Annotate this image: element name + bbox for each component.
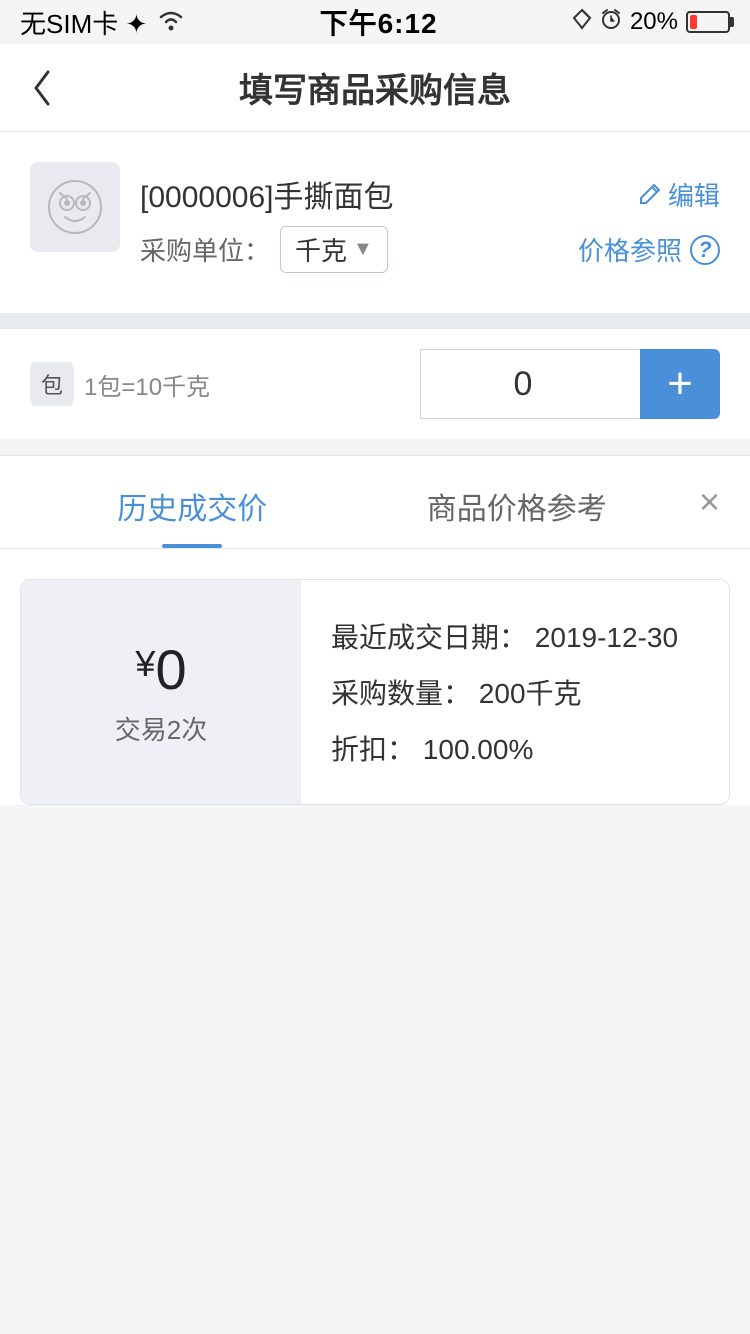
quantity-input[interactable] [420, 349, 640, 419]
location-icon [572, 8, 592, 37]
history-price-right: 最近成交日期： 2019-12-30 采购数量： 200千克 折扣： 100.0… [301, 580, 729, 804]
recent-date-label: 最近成交日期： [331, 622, 527, 653]
alarm-icon [600, 8, 622, 37]
status-bar: 无SIM卡 ✦ 下午6:12 20% [0, 0, 750, 44]
quantity-unit-info: 包 1包=10千克 [30, 362, 210, 406]
unit-select[interactable]: 千克 ▼ [280, 226, 388, 273]
status-right: 20% [572, 8, 730, 37]
tabs-section: 历史成交价 商品价格参考 × ¥0 交易2次 最近成交日期： 2019-12-3… [0, 455, 750, 805]
carrier-label: 无SIM卡 ✦ [20, 4, 147, 41]
quantity-plus-button[interactable]: + [640, 349, 720, 419]
history-transaction-count: 交易2次 [115, 710, 207, 747]
gray-divider [0, 313, 750, 329]
product-image [30, 162, 120, 252]
back-button[interactable] [30, 68, 54, 108]
unit-label-group: 采购单位： 千克 ▼ [140, 226, 388, 273]
wifi-icon [157, 7, 185, 38]
page-title: 填写商品采购信息 [239, 63, 511, 112]
main-content: 历史成交价 商品价格参考 × ¥0 交易2次 最近成交日期： 2019-12-3… [0, 455, 750, 1055]
unit-label-text: 采购单位： [140, 231, 270, 268]
product-info: [0000006]手撕面包 编辑 采购单位： 千克 ▼ [30, 162, 720, 273]
tab-history-price[interactable]: 历史成交价 [30, 456, 354, 548]
unit-badge: 包 [30, 362, 74, 406]
discount-label: 折扣： [331, 734, 415, 765]
discount-row: 折扣： 100.00% [331, 728, 699, 768]
price-symbol: ¥ [135, 643, 155, 684]
history-price-left: ¥0 交易2次 [21, 580, 301, 804]
recent-date-value: 2019-12-30 [535, 622, 678, 653]
time-label: 下午6:12 [320, 2, 438, 42]
unit-value: 千克 [295, 231, 347, 268]
quantity-row: 包 1包=10千克 + [0, 329, 750, 439]
purchase-qty-value: 200千克 [479, 678, 582, 709]
product-name: [0000006]手撕面包 [140, 172, 638, 216]
nav-bar: 填写商品采购信息 [0, 44, 750, 132]
tabs-header: 历史成交价 商品价格参考 × [0, 456, 750, 549]
status-left: 无SIM卡 ✦ [20, 4, 185, 41]
purchase-qty-label: 采购数量： [331, 678, 471, 709]
recent-date-row: 最近成交日期： 2019-12-30 [331, 616, 699, 656]
product-unit-row: 采购单位： 千克 ▼ 价格参照 ? [140, 226, 720, 273]
tab-close-button[interactable]: × [699, 461, 720, 543]
price-ref-info-icon: ? [690, 235, 720, 265]
price-ref-label: 价格参照 [578, 231, 682, 268]
price-ref-button[interactable]: 价格参照 ? [578, 231, 720, 268]
product-card: [0000006]手撕面包 编辑 采购单位： 千克 ▼ [0, 132, 750, 313]
tab-product-price[interactable]: 商品价格参考 [354, 456, 678, 548]
battery-icon [686, 11, 730, 33]
edit-label: 编辑 [668, 176, 720, 213]
history-price-card: ¥0 交易2次 最近成交日期： 2019-12-30 采购数量： 200千克 折… [20, 579, 730, 805]
unit-conversion: 1包=10千克 [84, 367, 210, 402]
discount-value: 100.00% [423, 734, 534, 765]
history-price-value: ¥0 [135, 637, 186, 702]
edit-button[interactable]: 编辑 [638, 176, 720, 213]
unit-arrow-icon: ▼ [353, 238, 373, 261]
battery-fill [690, 15, 697, 29]
purchase-qty-row: 采购数量： 200千克 [331, 672, 699, 712]
quantity-control: + [420, 349, 720, 419]
product-header: [0000006]手撕面包 编辑 采购单位： 千克 ▼ [30, 162, 720, 273]
battery-percent: 20% [630, 8, 678, 36]
